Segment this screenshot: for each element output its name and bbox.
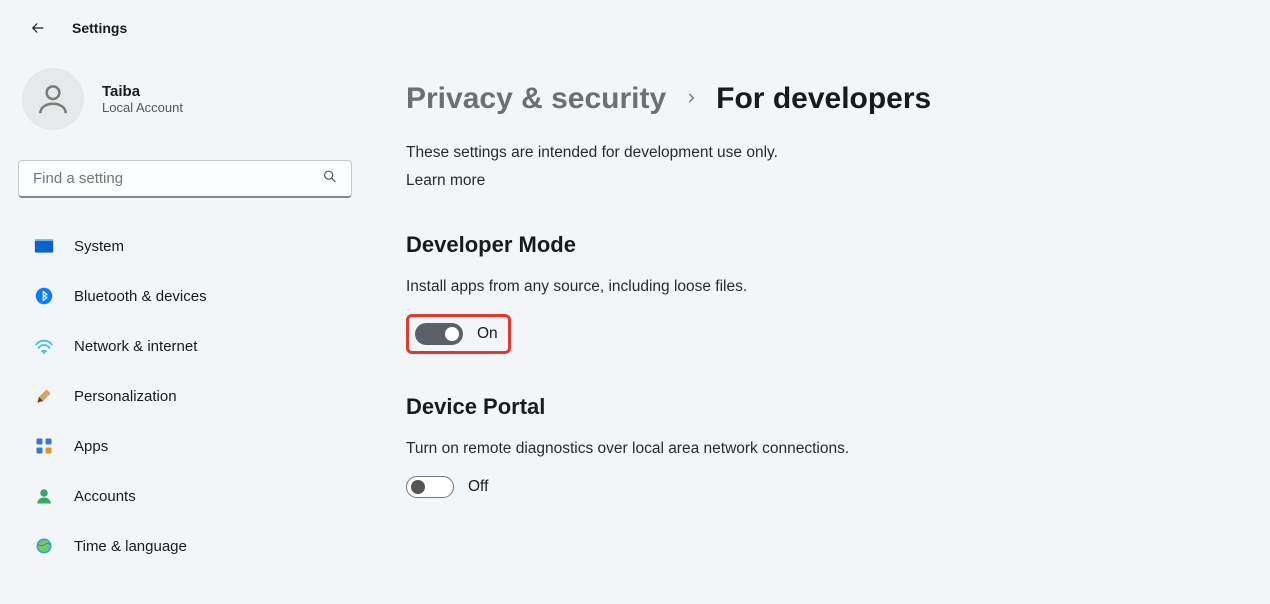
- personalization-icon: [34, 386, 54, 406]
- main-content: Privacy & security For developers These …: [370, 48, 1270, 602]
- sidebar-item-apps[interactable]: Apps: [18, 424, 352, 468]
- chevron-right-icon: [684, 88, 698, 111]
- apps-icon: [34, 436, 54, 456]
- sidebar-item-label: Bluetooth & devices: [74, 288, 207, 305]
- sidebar-item-label: Time & language: [74, 538, 187, 555]
- sidebar-item-system[interactable]: System: [18, 224, 352, 268]
- sidebar-item-label: Personalization: [74, 388, 177, 405]
- breadcrumb-parent[interactable]: Privacy & security: [406, 82, 666, 116]
- search-box[interactable]: [18, 160, 352, 198]
- sidebar-item-personalization[interactable]: Personalization: [18, 374, 352, 418]
- learn-more-link[interactable]: Learn more: [406, 172, 485, 190]
- highlight-annotation: On: [406, 314, 511, 354]
- developer-mode-desc: Install apps from any source, including …: [406, 278, 1240, 296]
- profile-subtitle: Local Account: [102, 100, 183, 115]
- sidebar-item-label: Apps: [74, 438, 108, 455]
- system-icon: [34, 236, 54, 256]
- sidebar-item-label: Network & internet: [74, 338, 197, 355]
- intro-text: These settings are intended for developm…: [406, 144, 1240, 162]
- nav-list: System Bluetooth & devices Network & int…: [18, 224, 352, 568]
- avatar: [22, 68, 84, 130]
- device-portal-toggle-label: Off: [468, 478, 488, 496]
- developer-mode-title: Developer Mode: [406, 232, 1240, 258]
- breadcrumb-current: For developers: [716, 82, 931, 116]
- back-button[interactable]: [28, 18, 48, 38]
- profile-name: Taiba: [102, 83, 183, 100]
- sidebar-item-network[interactable]: Network & internet: [18, 324, 352, 368]
- accounts-icon: [34, 486, 54, 506]
- network-icon: [34, 336, 54, 356]
- sidebar-item-accounts[interactable]: Accounts: [18, 474, 352, 518]
- developer-mode-toggle[interactable]: [415, 323, 463, 345]
- sidebar-item-time[interactable]: Time & language: [18, 524, 352, 568]
- breadcrumb: Privacy & security For developers: [406, 82, 1240, 116]
- sidebar-item-bluetooth[interactable]: Bluetooth & devices: [18, 274, 352, 318]
- device-portal-title: Device Portal: [406, 394, 1240, 420]
- sidebar: Taiba Local Account System Bluetooth &: [0, 48, 370, 602]
- sidebar-item-label: Accounts: [74, 488, 136, 505]
- search-input[interactable]: [18, 160, 352, 198]
- profile-block[interactable]: Taiba Local Account: [22, 68, 352, 130]
- app-title: Settings: [72, 20, 127, 36]
- device-portal-desc: Turn on remote diagnostics over local ar…: [406, 440, 1240, 458]
- device-portal-toggle[interactable]: [406, 476, 454, 498]
- search-icon: [322, 169, 338, 190]
- time-icon: [34, 536, 54, 556]
- developer-mode-toggle-label: On: [477, 325, 498, 343]
- bluetooth-icon: [34, 286, 54, 306]
- sidebar-item-label: System: [74, 238, 124, 255]
